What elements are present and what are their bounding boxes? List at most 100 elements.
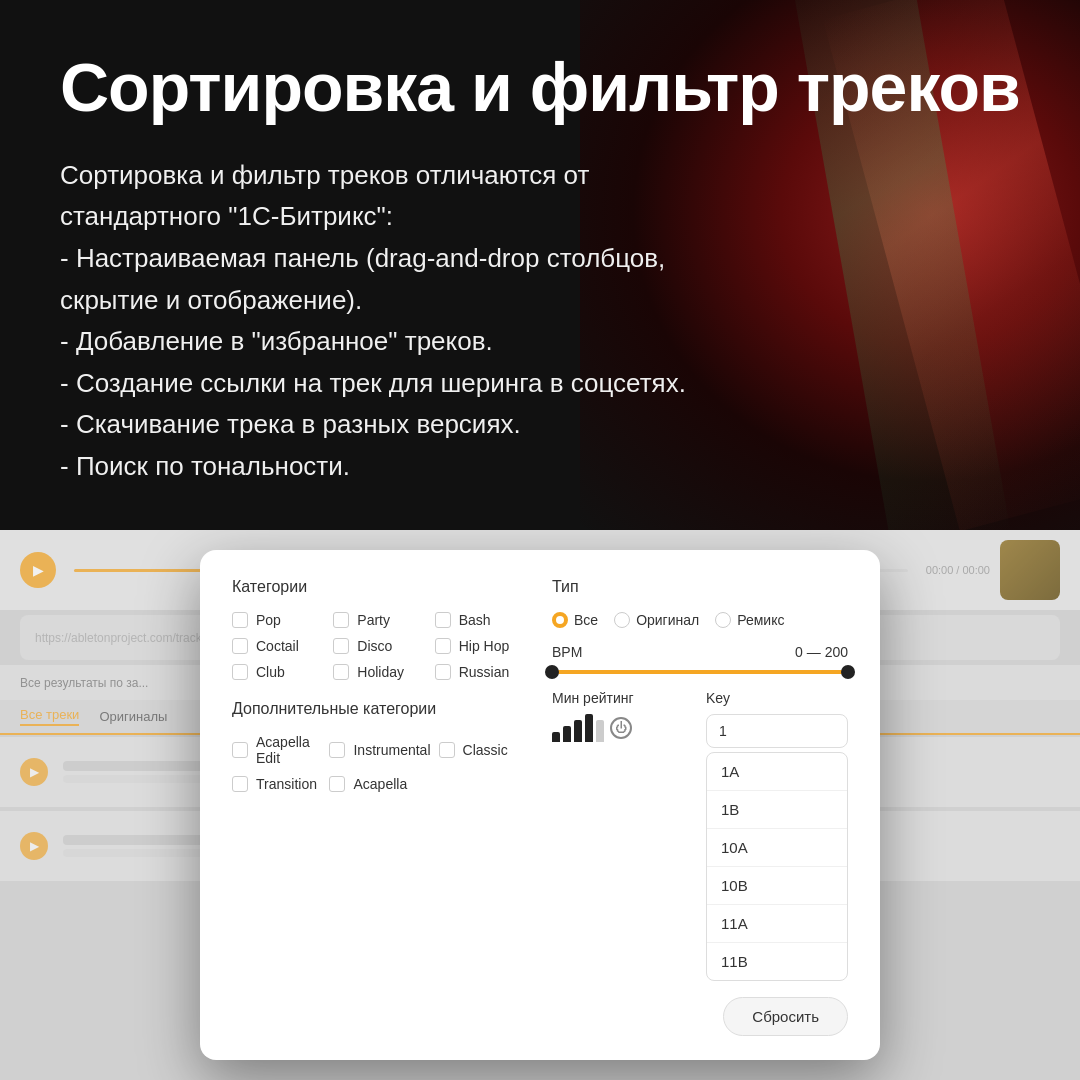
cat-coctail-label: Coctail: [256, 638, 299, 654]
add-transition-label: Transition: [256, 776, 317, 792]
cat-bash[interactable]: Bash: [435, 612, 528, 628]
hero-title: Сортировка и фильтр треков: [60, 50, 1020, 125]
cat-russian[interactable]: Russian: [435, 664, 528, 680]
bar-5: [596, 720, 604, 742]
add-transition[interactable]: Transition: [232, 776, 321, 792]
cat-disco[interactable]: Disco: [333, 638, 426, 654]
key-option-11b[interactable]: 11B: [707, 943, 847, 980]
cat-russian-label: Russian: [459, 664, 510, 680]
key-option-11a[interactable]: 11A: [707, 905, 847, 943]
cat-bash-label: Bash: [459, 612, 491, 628]
slider-thumb-right[interactable]: [841, 665, 855, 679]
reset-button[interactable]: Сбросить: [723, 997, 848, 1036]
hero-content: Сортировка и фильтр треков Сортировка и …: [0, 0, 1080, 530]
cat-hiphop[interactable]: Hip Hop: [435, 638, 528, 654]
radio-remix[interactable]: Ремикс: [715, 612, 784, 628]
right-panel: Тип Все Оригинал: [552, 578, 848, 1036]
add-instrumental-label: Instrumental: [353, 742, 430, 758]
type-section: Тип Все Оригинал: [552, 578, 848, 628]
checkbox-holiday[interactable]: [333, 664, 349, 680]
checkbox-acapella[interactable]: [329, 776, 345, 792]
key-option-10a[interactable]: 10A: [707, 829, 847, 867]
type-title: Тип: [552, 578, 848, 596]
key-option-1a[interactable]: 1A: [707, 753, 847, 791]
key-dropdown: 1A 1B 10A 10B 11A 11B: [706, 752, 848, 981]
slider-thumb-left[interactable]: [545, 665, 559, 679]
rating-section: Мин рейтинг ⏻: [552, 690, 694, 981]
checkbox-hiphop[interactable]: [435, 638, 451, 654]
checkbox-pop[interactable]: [232, 612, 248, 628]
radio-original[interactable]: Оригинал: [614, 612, 699, 628]
bpm-header: BPM 0 — 200: [552, 644, 848, 660]
cat-hiphop-label: Hip Hop: [459, 638, 510, 654]
radio-original-dot[interactable]: [614, 612, 630, 628]
radio-all[interactable]: Все: [552, 612, 598, 628]
rating-control: ⏻: [552, 714, 694, 742]
cat-party-label: Party: [357, 612, 390, 628]
key-option-1b[interactable]: 1B: [707, 791, 847, 829]
checkbox-russian[interactable]: [435, 664, 451, 680]
add-acapella-label: Acapella: [353, 776, 407, 792]
categories-panel: Категории Pop Party Bash: [232, 578, 528, 1036]
add-instrumental[interactable]: Instrumental: [329, 734, 430, 766]
key-option-10b[interactable]: 10B: [707, 867, 847, 905]
radio-all-label: Все: [574, 612, 598, 628]
categories-grid: Pop Party Bash Coctail: [232, 612, 528, 680]
cat-club[interactable]: Club: [232, 664, 325, 680]
add-acapella-edit-label: Acapella Edit: [256, 734, 321, 766]
hero-description: Сортировка и фильтр треков отличаются от…: [60, 155, 740, 488]
cat-pop[interactable]: Pop: [232, 612, 325, 628]
checkbox-instrumental[interactable]: [329, 742, 345, 758]
cat-holiday[interactable]: Holiday: [333, 664, 426, 680]
bar-3: [574, 720, 582, 742]
key-section: Key 1A 1B 10A 10B 11A 11B: [706, 690, 848, 981]
filter-modal: Категории Pop Party Bash: [200, 550, 880, 1060]
app-section: ▶ 00:00 / 00:00 https://abletonproject.c…: [0, 530, 1080, 1080]
bpm-section: BPM 0 — 200: [552, 644, 848, 674]
radio-remix-label: Ремикс: [737, 612, 784, 628]
slider-fill: [552, 670, 848, 674]
cat-pop-label: Pop: [256, 612, 281, 628]
additional-grid: Acapella Edit Instrumental Classic: [232, 734, 528, 792]
cat-party[interactable]: Party: [333, 612, 426, 628]
bpm-max: 200: [825, 644, 848, 660]
categories-title: Категории: [232, 578, 528, 596]
add-acapella-edit[interactable]: Acapella Edit: [232, 734, 321, 766]
checkbox-bash[interactable]: [435, 612, 451, 628]
checkbox-coctail[interactable]: [232, 638, 248, 654]
power-icon[interactable]: ⏻: [610, 717, 632, 739]
key-input[interactable]: [706, 714, 848, 748]
cat-coctail[interactable]: Coctail: [232, 638, 325, 654]
radio-group: Все Оригинал Ремикс: [552, 612, 848, 628]
radio-original-label: Оригинал: [636, 612, 699, 628]
bpm-label: BPM: [552, 644, 582, 660]
bpm-values: 0 — 200: [795, 644, 848, 660]
checkbox-party[interactable]: [333, 612, 349, 628]
bpm-min: 0: [795, 644, 803, 660]
radio-all-dot[interactable]: [552, 612, 568, 628]
radio-remix-dot[interactable]: [715, 612, 731, 628]
cat-club-label: Club: [256, 664, 285, 680]
rating-bars[interactable]: [552, 714, 604, 742]
additional-title: Дополнительные категории: [232, 700, 528, 718]
bpm-slider[interactable]: [552, 670, 848, 674]
checkbox-club[interactable]: [232, 664, 248, 680]
checkbox-disco[interactable]: [333, 638, 349, 654]
checkbox-transition[interactable]: [232, 776, 248, 792]
bar-4: [585, 714, 593, 742]
add-classic[interactable]: Classic: [439, 734, 528, 766]
cat-holiday-label: Holiday: [357, 664, 404, 680]
modal-grid: Категории Pop Party Bash: [232, 578, 848, 1036]
rating-label: Мин рейтинг: [552, 690, 694, 706]
checkbox-acapella-edit[interactable]: [232, 742, 248, 758]
additional-section: Дополнительные категории Acapella Edit I…: [232, 700, 528, 792]
hero-section: Сортировка и фильтр треков Сортировка и …: [0, 0, 1080, 530]
rating-key-row: Мин рейтинг ⏻: [552, 690, 848, 981]
key-label: Key: [706, 690, 848, 706]
checkbox-classic[interactable]: [439, 742, 455, 758]
bar-1: [552, 732, 560, 742]
add-classic-label: Classic: [463, 742, 508, 758]
bpm-dash: —: [807, 644, 825, 660]
add-acapella[interactable]: Acapella: [329, 776, 430, 792]
modal-overlay: Категории Pop Party Bash: [0, 530, 1080, 1080]
